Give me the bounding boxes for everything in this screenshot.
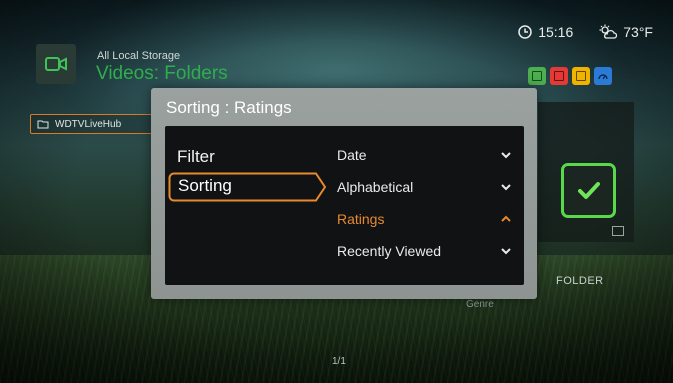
- confirm-button[interactable]: [561, 163, 616, 218]
- blue-option-button[interactable]: [594, 67, 612, 85]
- page-heading: Videos: Folders: [96, 63, 228, 84]
- sort-option-ratings[interactable]: Ratings: [337, 211, 384, 227]
- storage-label: All Local Storage: [97, 50, 181, 62]
- folder-type-label: FOLDER: [556, 275, 604, 287]
- gauge-icon: [598, 74, 608, 80]
- menu-item-filter[interactable]: Filter: [177, 147, 215, 167]
- chevron-down-icon: [501, 248, 511, 255]
- temperature: 73°F: [623, 24, 653, 40]
- video-camera-icon: [45, 57, 67, 71]
- genre-label: Genre: [466, 299, 494, 310]
- folder-item-label: WDTVLiveHub: [55, 118, 122, 130]
- chevron-up-icon: [501, 215, 511, 222]
- clock-icon: [518, 25, 532, 39]
- sort-option-recently-viewed[interactable]: Recently Viewed: [337, 243, 441, 259]
- sort-option-alphabetical[interactable]: Alphabetical: [337, 179, 413, 195]
- color-button-bar: [528, 67, 612, 85]
- video-app-icon: [36, 44, 76, 84]
- folder-icon: [37, 120, 49, 129]
- yellow-option-button[interactable]: [572, 67, 590, 85]
- page-indicator: 1/1: [332, 356, 346, 367]
- thumbnail-indicator-icon: [612, 226, 624, 236]
- folder-item[interactable]: WDTVLiveHub: [30, 114, 170, 134]
- clock-time: 15:16: [538, 24, 574, 40]
- checkmark-icon: [577, 181, 600, 199]
- menu-item-sorting-label: Sorting: [178, 176, 232, 195]
- green-option-button[interactable]: [528, 67, 546, 85]
- partly-cloudy-icon: [599, 24, 618, 39]
- dialog-title: Sorting : Ratings: [166, 98, 292, 117]
- chevron-down-icon: [501, 152, 511, 159]
- status-bar: 15:16 73°F: [518, 24, 653, 40]
- chevron-down-icon: [501, 184, 511, 191]
- sort-option-date[interactable]: Date: [337, 147, 367, 163]
- menu-item-sorting[interactable]: Sorting: [168, 172, 328, 202]
- red-option-button[interactable]: [550, 67, 568, 85]
